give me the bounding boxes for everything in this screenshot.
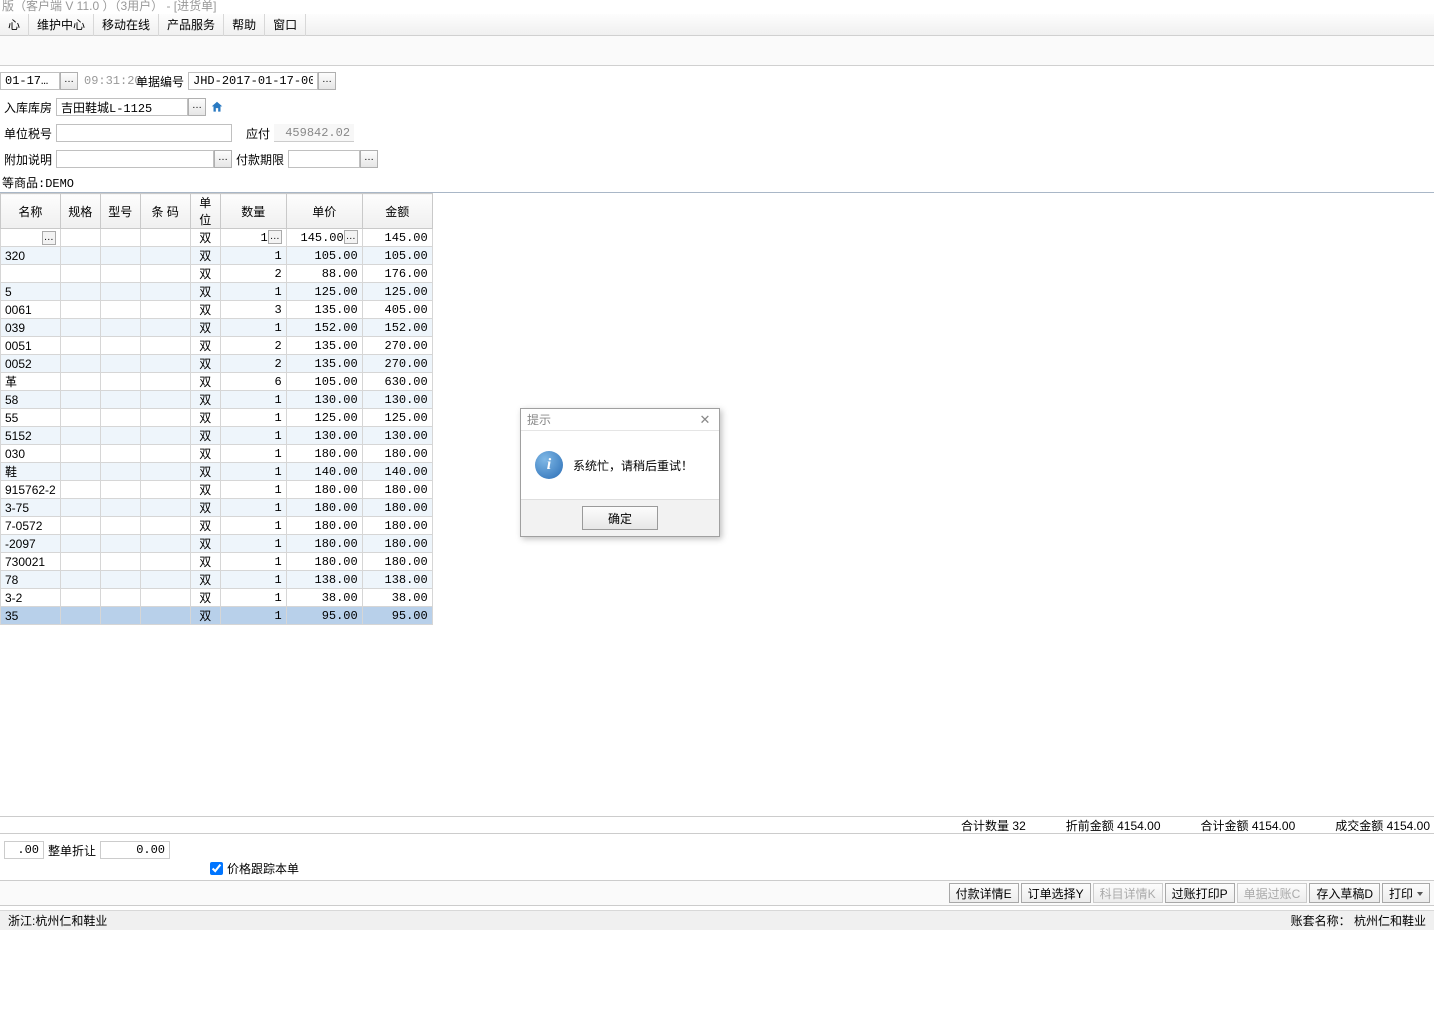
info-icon: i xyxy=(535,451,563,479)
bottom-edit-row: 整单折让 xyxy=(0,838,1434,862)
status-left-label: 浙江: xyxy=(8,912,35,929)
totals-bar: 合计数量 32 折前金额 4154.00 合计金额 4154.00 成交金额 4… xyxy=(0,816,1434,834)
close-icon[interactable]: ✕ xyxy=(697,412,713,428)
doc-post-button: 单据过账C xyxy=(1237,883,1308,903)
dialog-title: 提示 xyxy=(527,411,551,428)
total-qty: 32 xyxy=(1012,819,1025,833)
ok-button[interactable]: 确定 xyxy=(582,506,658,530)
total-qty-label: 合计数量 xyxy=(961,819,1009,833)
deal-amount-label: 成交金额 xyxy=(1335,819,1383,833)
print-button[interactable]: 打印 xyxy=(1382,883,1430,903)
discount-field[interactable] xyxy=(100,841,170,859)
status-bar: 浙江: 杭州仁和鞋业 账套名称： 杭州仁和鞋业 xyxy=(0,910,1434,930)
pre-amount: 4154.00 xyxy=(1117,819,1160,833)
account-detail-button: 科目详情K xyxy=(1093,883,1163,903)
deal-amount: 4154.00 xyxy=(1387,819,1430,833)
button-bar: 付款详情E 订单选择Y 科目详情K 过账打印P 单据过账C 存入草稿D 打印 xyxy=(0,880,1434,906)
status-left-value: 杭州仁和鞋业 xyxy=(35,912,107,929)
alert-dialog: 提示 ✕ i 系统忙，请稍后重试！ 确定 xyxy=(520,408,720,537)
status-right-label: 账套名称： xyxy=(1291,914,1351,928)
order-select-button[interactable]: 订单选择Y xyxy=(1021,883,1091,903)
status-right-value: 杭州仁和鞋业 xyxy=(1354,914,1426,928)
discount-label: 整单折让 xyxy=(44,842,100,859)
track-price-checkbox[interactable] xyxy=(210,862,223,875)
pay-detail-button[interactable]: 付款详情E xyxy=(949,883,1019,903)
track-price-label: 价格跟踪本单 xyxy=(227,860,299,877)
bottom-value-1[interactable] xyxy=(4,841,44,859)
save-draft-button[interactable]: 存入草稿D xyxy=(1309,883,1380,903)
pre-amount-label: 折前金额 xyxy=(1066,819,1114,833)
sum-amount-label: 合计金额 xyxy=(1201,819,1249,833)
dialog-message: 系统忙，请稍后重试！ xyxy=(573,457,693,474)
sum-amount: 4154.00 xyxy=(1252,819,1295,833)
post-print-button[interactable]: 过账打印P xyxy=(1165,883,1235,903)
